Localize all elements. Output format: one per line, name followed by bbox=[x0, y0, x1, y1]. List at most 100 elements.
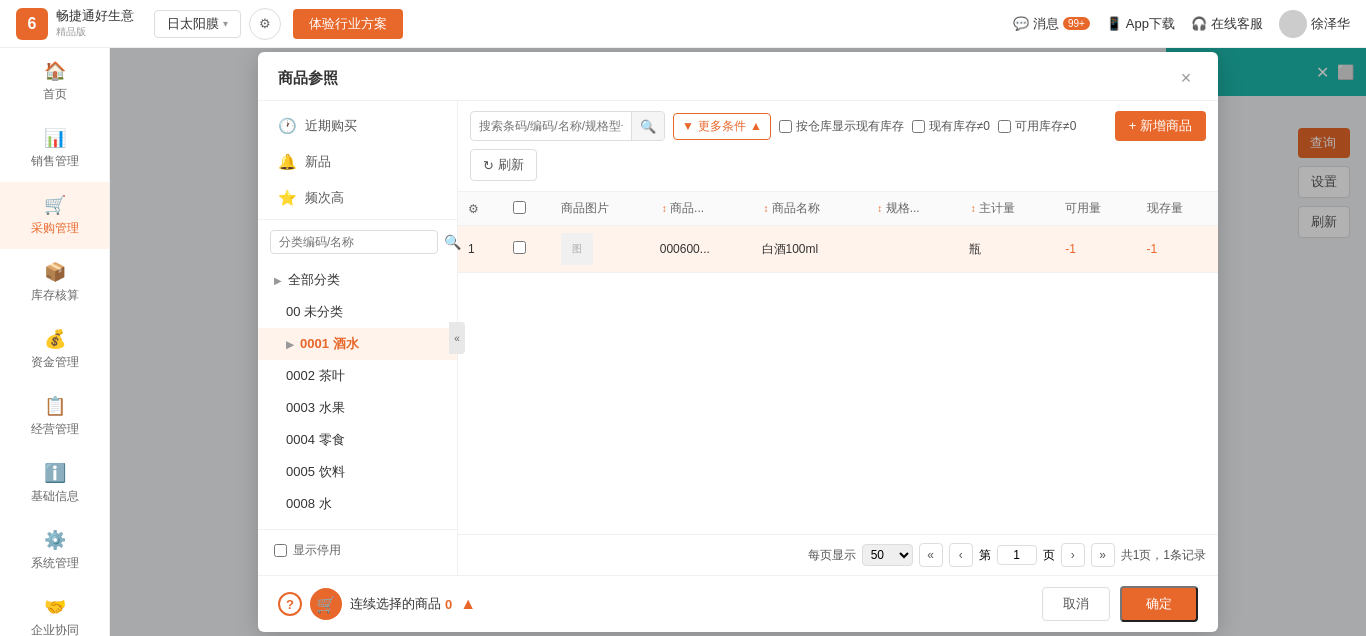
user-nav-item[interactable]: 徐泽华 bbox=[1279, 10, 1350, 38]
last-page-btn[interactable]: » bbox=[1091, 543, 1115, 567]
col-name-header[interactable]: ↕ 商品名称 bbox=[752, 192, 866, 226]
category-all[interactable]: ▶ 全部分类 bbox=[258, 264, 457, 296]
recent-tab-label: 近期购买 bbox=[305, 117, 357, 135]
new-products-tab[interactable]: 🔔 新品 bbox=[266, 145, 449, 179]
frequent-tab[interactable]: ⭐ 频次高 bbox=[266, 181, 449, 215]
col-settings[interactable]: ⚙ bbox=[458, 192, 503, 226]
col-img-label: 商品图片 bbox=[561, 201, 609, 215]
category-tree: ▶ 全部分类 00 未分类 ▶ 0001 酒水 0002 茶 bbox=[258, 260, 457, 525]
page-number-input[interactable] bbox=[997, 545, 1037, 565]
nav-right: 💬 消息 99+ 📱 App下载 🎧 在线客服 徐泽华 bbox=[1013, 10, 1350, 38]
product-search-input[interactable] bbox=[471, 119, 631, 133]
messages-nav-item[interactable]: 💬 消息 99+ bbox=[1013, 15, 1090, 33]
sidebar-item-system[interactable]: ⚙️ 系统管理 bbox=[0, 517, 109, 584]
category-0003[interactable]: 0003 水果 bbox=[258, 392, 457, 424]
logo-icon: 6 bbox=[16, 8, 48, 40]
sidebar-item-basic-info[interactable]: ℹ️ 基础信息 bbox=[0, 450, 109, 517]
product-table: ⚙ 商品图片 ↕ bbox=[458, 192, 1218, 273]
cart-text: 连续选择的商品 0 bbox=[350, 595, 452, 613]
sidebar-item-home[interactable]: 🏠 首页 bbox=[0, 48, 109, 115]
col-available-header: 可用量 bbox=[1055, 192, 1136, 226]
usable-checkbox[interactable] bbox=[998, 120, 1011, 133]
warehouse-display-check[interactable]: 按仓库显示现有库存 bbox=[779, 118, 904, 135]
online-service-nav-item[interactable]: 🎧 在线客服 bbox=[1191, 15, 1263, 33]
usable-check[interactable]: 可用库存≠0 bbox=[998, 118, 1076, 135]
filter-icon: ▼ bbox=[682, 119, 694, 133]
col-code-header[interactable]: ↕ 商品... bbox=[650, 192, 752, 226]
category-0004[interactable]: 0004 零食 bbox=[258, 424, 457, 456]
col-available-label: 可用量 bbox=[1065, 201, 1101, 215]
info-icon: ℹ️ bbox=[44, 462, 66, 484]
category-00[interactable]: 00 未分类 bbox=[258, 296, 457, 328]
table-header: ⚙ 商品图片 ↕ bbox=[458, 192, 1218, 226]
avatar bbox=[1279, 10, 1307, 38]
category-0002-label: 0002 茶叶 bbox=[286, 367, 345, 385]
sidebar-label-finance: 资金管理 bbox=[31, 354, 79, 371]
available-check[interactable]: 现有库存≠0 bbox=[912, 118, 990, 135]
purchase-icon: 🛒 bbox=[44, 194, 66, 216]
settings-icon[interactable]: ⚙ bbox=[249, 8, 281, 40]
col-spec-header[interactable]: ↕ 规格... bbox=[865, 192, 959, 226]
available-checkbox[interactable] bbox=[912, 120, 925, 133]
filter-up-icon: ▲ bbox=[750, 119, 762, 133]
prev-page-btn[interactable]: ‹ bbox=[949, 543, 973, 567]
per-page-select[interactable]: 50 100 bbox=[862, 544, 913, 566]
sidebar-item-purchase[interactable]: 🛒 采购管理 bbox=[0, 182, 109, 249]
sidebar-item-inventory[interactable]: 📦 库存核算 bbox=[0, 249, 109, 316]
footer-collapse-icon[interactable]: ▲ bbox=[460, 595, 476, 613]
first-page-btn[interactable]: « bbox=[919, 543, 943, 567]
refresh-button[interactable]: ↻ 刷新 bbox=[470, 149, 537, 181]
category-search-icon[interactable]: 🔍 bbox=[444, 234, 461, 250]
page-suffix: 页 bbox=[1043, 547, 1055, 564]
sidebar-item-collab[interactable]: 🤝 企业协同 bbox=[0, 584, 109, 636]
product-search-button[interactable]: 🔍 bbox=[631, 112, 664, 140]
category-0001[interactable]: ▶ 0001 酒水 bbox=[258, 328, 457, 360]
nav-selector[interactable]: 日太阳膜 ▾ bbox=[154, 10, 241, 38]
sidebar-item-finance[interactable]: 💰 资金管理 bbox=[0, 316, 109, 383]
col-unit-header[interactable]: ↕ 主计量 bbox=[959, 192, 1055, 226]
category-0008[interactable]: 0008 水 bbox=[258, 488, 457, 520]
category-0010[interactable]: 0010 家电 bbox=[258, 520, 457, 525]
main-content: ✕ ⬜ 查询 设置 刷新 商品参照 × bbox=[110, 48, 1366, 636]
left-panel-collapse-btn[interactable]: « bbox=[449, 322, 465, 354]
messages-label: 消息 bbox=[1033, 15, 1059, 33]
nav-selector-label: 日太阳膜 bbox=[167, 15, 219, 33]
sidebar-item-operations[interactable]: 📋 经营管理 bbox=[0, 383, 109, 450]
sidebar-label-sales: 销售管理 bbox=[31, 153, 79, 170]
category-search-row: 🔍 bbox=[258, 224, 457, 260]
modal-footer: ? 🛒 连续选择的商品 0 ▲ 取消 确定 bbox=[258, 575, 1218, 632]
row-checkbox[interactable] bbox=[513, 241, 526, 254]
modal-close-button[interactable]: × bbox=[1174, 66, 1198, 90]
help-icon[interactable]: ? bbox=[278, 592, 302, 616]
sidebar-label-home: 首页 bbox=[43, 86, 67, 103]
product-toolbar: 🔍 ▼ 更多条件 ▲ 按仓库显示现有库存 bbox=[458, 101, 1218, 192]
pagination-bar: 每页显示 50 100 « ‹ 第 页 › » 共 bbox=[458, 534, 1218, 575]
sidebar-label-operations: 经营管理 bbox=[31, 421, 79, 438]
col-checkbox[interactable] bbox=[503, 192, 551, 226]
row-checkbox-cell[interactable] bbox=[503, 226, 551, 273]
left-panel: 🕐 近期购买 🔔 新品 ⭐ 频次高 bbox=[258, 101, 458, 575]
warehouse-checkbox[interactable] bbox=[779, 120, 792, 133]
sidebar-label-collab: 企业协同 bbox=[31, 622, 79, 636]
col-code-label: 商品... bbox=[670, 201, 704, 215]
confirm-button[interactable]: 确定 bbox=[1120, 586, 1198, 622]
row-spec-cell bbox=[865, 226, 959, 273]
recent-purchase-tab[interactable]: 🕐 近期购买 bbox=[266, 109, 449, 143]
category-search-input[interactable] bbox=[270, 230, 438, 254]
display-disabled-row[interactable]: 显示停用 bbox=[258, 534, 457, 567]
table-row[interactable]: 1 图 000600... 白酒100ml bbox=[458, 226, 1218, 273]
add-product-button[interactable]: + 新增商品 bbox=[1115, 111, 1206, 141]
cancel-button[interactable]: 取消 bbox=[1042, 587, 1110, 621]
select-all-checkbox[interactable] bbox=[513, 201, 526, 214]
sidebar-item-sales[interactable]: 📊 销售管理 bbox=[0, 115, 109, 182]
more-filter-button[interactable]: ▼ 更多条件 ▲ bbox=[673, 113, 771, 140]
app-download-nav-item[interactable]: 📱 App下载 bbox=[1106, 15, 1175, 33]
category-0002[interactable]: 0002 茶叶 bbox=[258, 360, 457, 392]
trial-button[interactable]: 体验行业方案 bbox=[293, 9, 403, 39]
display-disabled-checkbox[interactable] bbox=[274, 544, 287, 557]
logo-line1: 畅捷通好生意 bbox=[56, 8, 134, 25]
bottom-divider bbox=[258, 529, 457, 530]
cart-icon[interactable]: 🛒 bbox=[310, 588, 342, 620]
next-page-btn[interactable]: › bbox=[1061, 543, 1085, 567]
category-0005[interactable]: 0005 饮料 bbox=[258, 456, 457, 488]
